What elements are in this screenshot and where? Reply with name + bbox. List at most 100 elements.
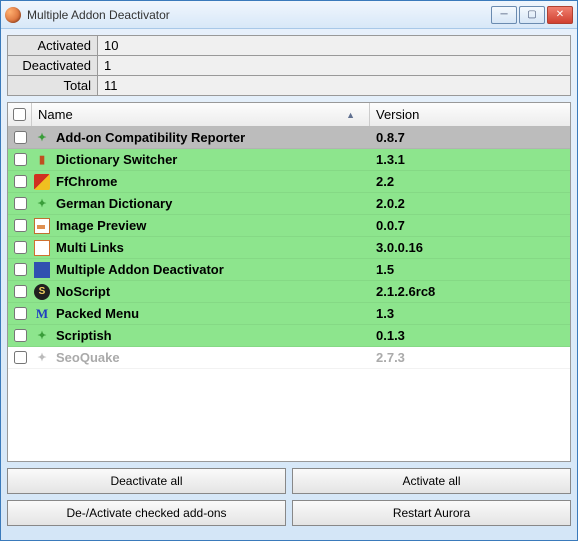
sort-indicator-icon: ▲ [346,110,355,120]
row-checkbox-cell [8,285,32,298]
stats-value-total: 11 [98,76,571,96]
row-checkbox[interactable] [14,285,27,298]
row-checkbox[interactable] [14,197,27,210]
puzzle-icon: ✦ [34,350,50,366]
content-area: Activated 10 Deactivated 1 Total 11 Name… [1,29,577,532]
puzzle-icon: ✦ [34,328,50,344]
maximize-button[interactable]: ▢ [519,6,545,24]
stats-value-activated: 10 [98,36,571,56]
addon-name: Multiple Addon Deactivator [56,262,224,277]
toggle-checked-button[interactable]: De-/Activate checked add-ons [7,500,286,526]
row-checkbox[interactable] [14,241,27,254]
titlebar[interactable]: Multiple Addon Deactivator ─ ▢ ✕ [1,1,577,29]
row-name-cell: ✦ Scriptish [32,328,370,344]
packed-menu-icon: M [34,306,50,322]
addon-version: 2.2 [370,174,570,189]
row-checkbox[interactable] [14,329,27,342]
close-button[interactable]: ✕ [547,6,573,24]
addon-name: NoScript [56,284,110,299]
puzzle-icon: ✦ [34,130,50,146]
button-row-2: De-/Activate checked add-ons Restart Aur… [7,500,571,526]
row-checkbox-cell [8,131,32,144]
stats-table: Activated 10 Deactivated 1 Total 11 [7,35,571,96]
row-checkbox-cell [8,329,32,342]
row-name-cell: S NoScript [32,284,370,300]
deactivate-all-button[interactable]: Deactivate all [7,468,286,494]
row-name-cell: M Packed Menu [32,306,370,322]
addon-name: Scriptish [56,328,112,343]
addon-version: 0.8.7 [370,130,570,145]
addon-version: 2.0.2 [370,196,570,211]
row-checkbox-cell [8,241,32,254]
addon-name: Image Preview [56,218,146,233]
table-row[interactable]: Image Preview 0.0.7 [8,215,570,237]
stats-label-total: Total [8,76,98,96]
row-checkbox[interactable] [14,153,27,166]
table-row[interactable]: ✦ Add-on Compatibility Reporter 0.8.7 [8,127,570,149]
row-checkbox-cell [8,307,32,320]
header-name[interactable]: Name ▲ [32,103,370,126]
table-row[interactable]: ✦German Dictionary2.0.2 [8,193,570,215]
mad-icon [34,262,50,278]
app-window: Multiple Addon Deactivator ─ ▢ ✕ Activat… [0,0,578,541]
row-checkbox[interactable] [14,219,27,232]
row-checkbox[interactable] [14,175,27,188]
addon-name: Packed Menu [56,306,139,321]
addon-version: 0.0.7 [370,218,570,233]
row-checkbox-cell [8,351,32,364]
stats-row-deactivated: Deactivated 1 [8,56,571,76]
addon-name: Multi Links [56,240,124,255]
table-row[interactable]: Multiple Addon Deactivator1.5 [8,259,570,281]
list-header: Name ▲ Version [8,103,570,127]
minimize-button[interactable]: ─ [491,6,517,24]
restart-button[interactable]: Restart Aurora [292,500,571,526]
dictionary-icon: ▮ [34,152,50,168]
addon-name: Add-on Compatibility Reporter [56,130,245,145]
list-body: ✦Add-on Compatibility Reporter0.8.7▮Dict… [8,127,570,369]
header-version[interactable]: Version [370,103,570,126]
table-row[interactable]: M Packed Menu 1.3 [8,303,570,325]
table-row[interactable]: SNoScript2.1.2.6rc8 [8,281,570,303]
activate-all-button[interactable]: Activate all [292,468,571,494]
table-row[interactable]: Multi Links3.0.0.16 [8,237,570,259]
button-row-1: Deactivate all Activate all [7,468,571,494]
window-controls: ─ ▢ ✕ [491,6,573,24]
row-name-cell: ✦ Add-on Compatibility Reporter [32,130,370,146]
row-checkbox-cell [8,263,32,276]
row-name-cell: ✦ SeoQuake [32,350,370,366]
addon-list: Name ▲ Version ✦ Add-on Compatibility Rep… [7,102,571,462]
stats-row-total: Total 11 [8,76,571,96]
addon-name: German Dictionary [56,196,172,211]
select-all-checkbox[interactable] [13,108,26,121]
table-row[interactable]: ▮Dictionary Switcher1.3.1 [8,149,570,171]
row-checkbox[interactable] [14,351,27,364]
window-title: Multiple Addon Deactivator [27,8,491,22]
row-checkbox-cell [8,219,32,232]
row-checkbox[interactable] [14,263,27,276]
addon-name: SeoQuake [56,350,120,365]
row-name-cell: Multiple Addon Deactivator [32,262,370,278]
row-checkbox-cell [8,197,32,210]
addon-version: 1.3.1 [370,152,570,167]
stats-row-activated: Activated 10 [8,36,571,56]
addon-version: 1.3 [370,306,570,321]
table-row[interactable]: ✦SeoQuake2.7.3 [8,347,570,369]
stats-label-activated: Activated [8,36,98,56]
header-checkbox-cell [8,103,32,126]
row-checkbox[interactable] [14,131,27,144]
row-checkbox-cell [8,175,32,188]
table-row[interactable]: FfChrome 2.2 [8,171,570,193]
row-checkbox-cell [8,153,32,166]
row-name-cell: Image Preview [32,218,370,234]
row-name-cell: ✦German Dictionary [32,196,370,212]
addon-name: FfChrome [56,174,117,189]
table-row[interactable]: ✦ Scriptish 0.1.3 [8,325,570,347]
row-name-cell: Multi Links [32,240,370,256]
addon-version: 0.1.3 [370,328,570,343]
noscript-icon: S [34,284,50,300]
row-name-cell: ▮Dictionary Switcher [32,152,370,168]
row-checkbox[interactable] [14,307,27,320]
multilinks-icon [34,240,50,256]
row-name-cell: FfChrome [32,174,370,190]
image-icon [34,218,50,234]
